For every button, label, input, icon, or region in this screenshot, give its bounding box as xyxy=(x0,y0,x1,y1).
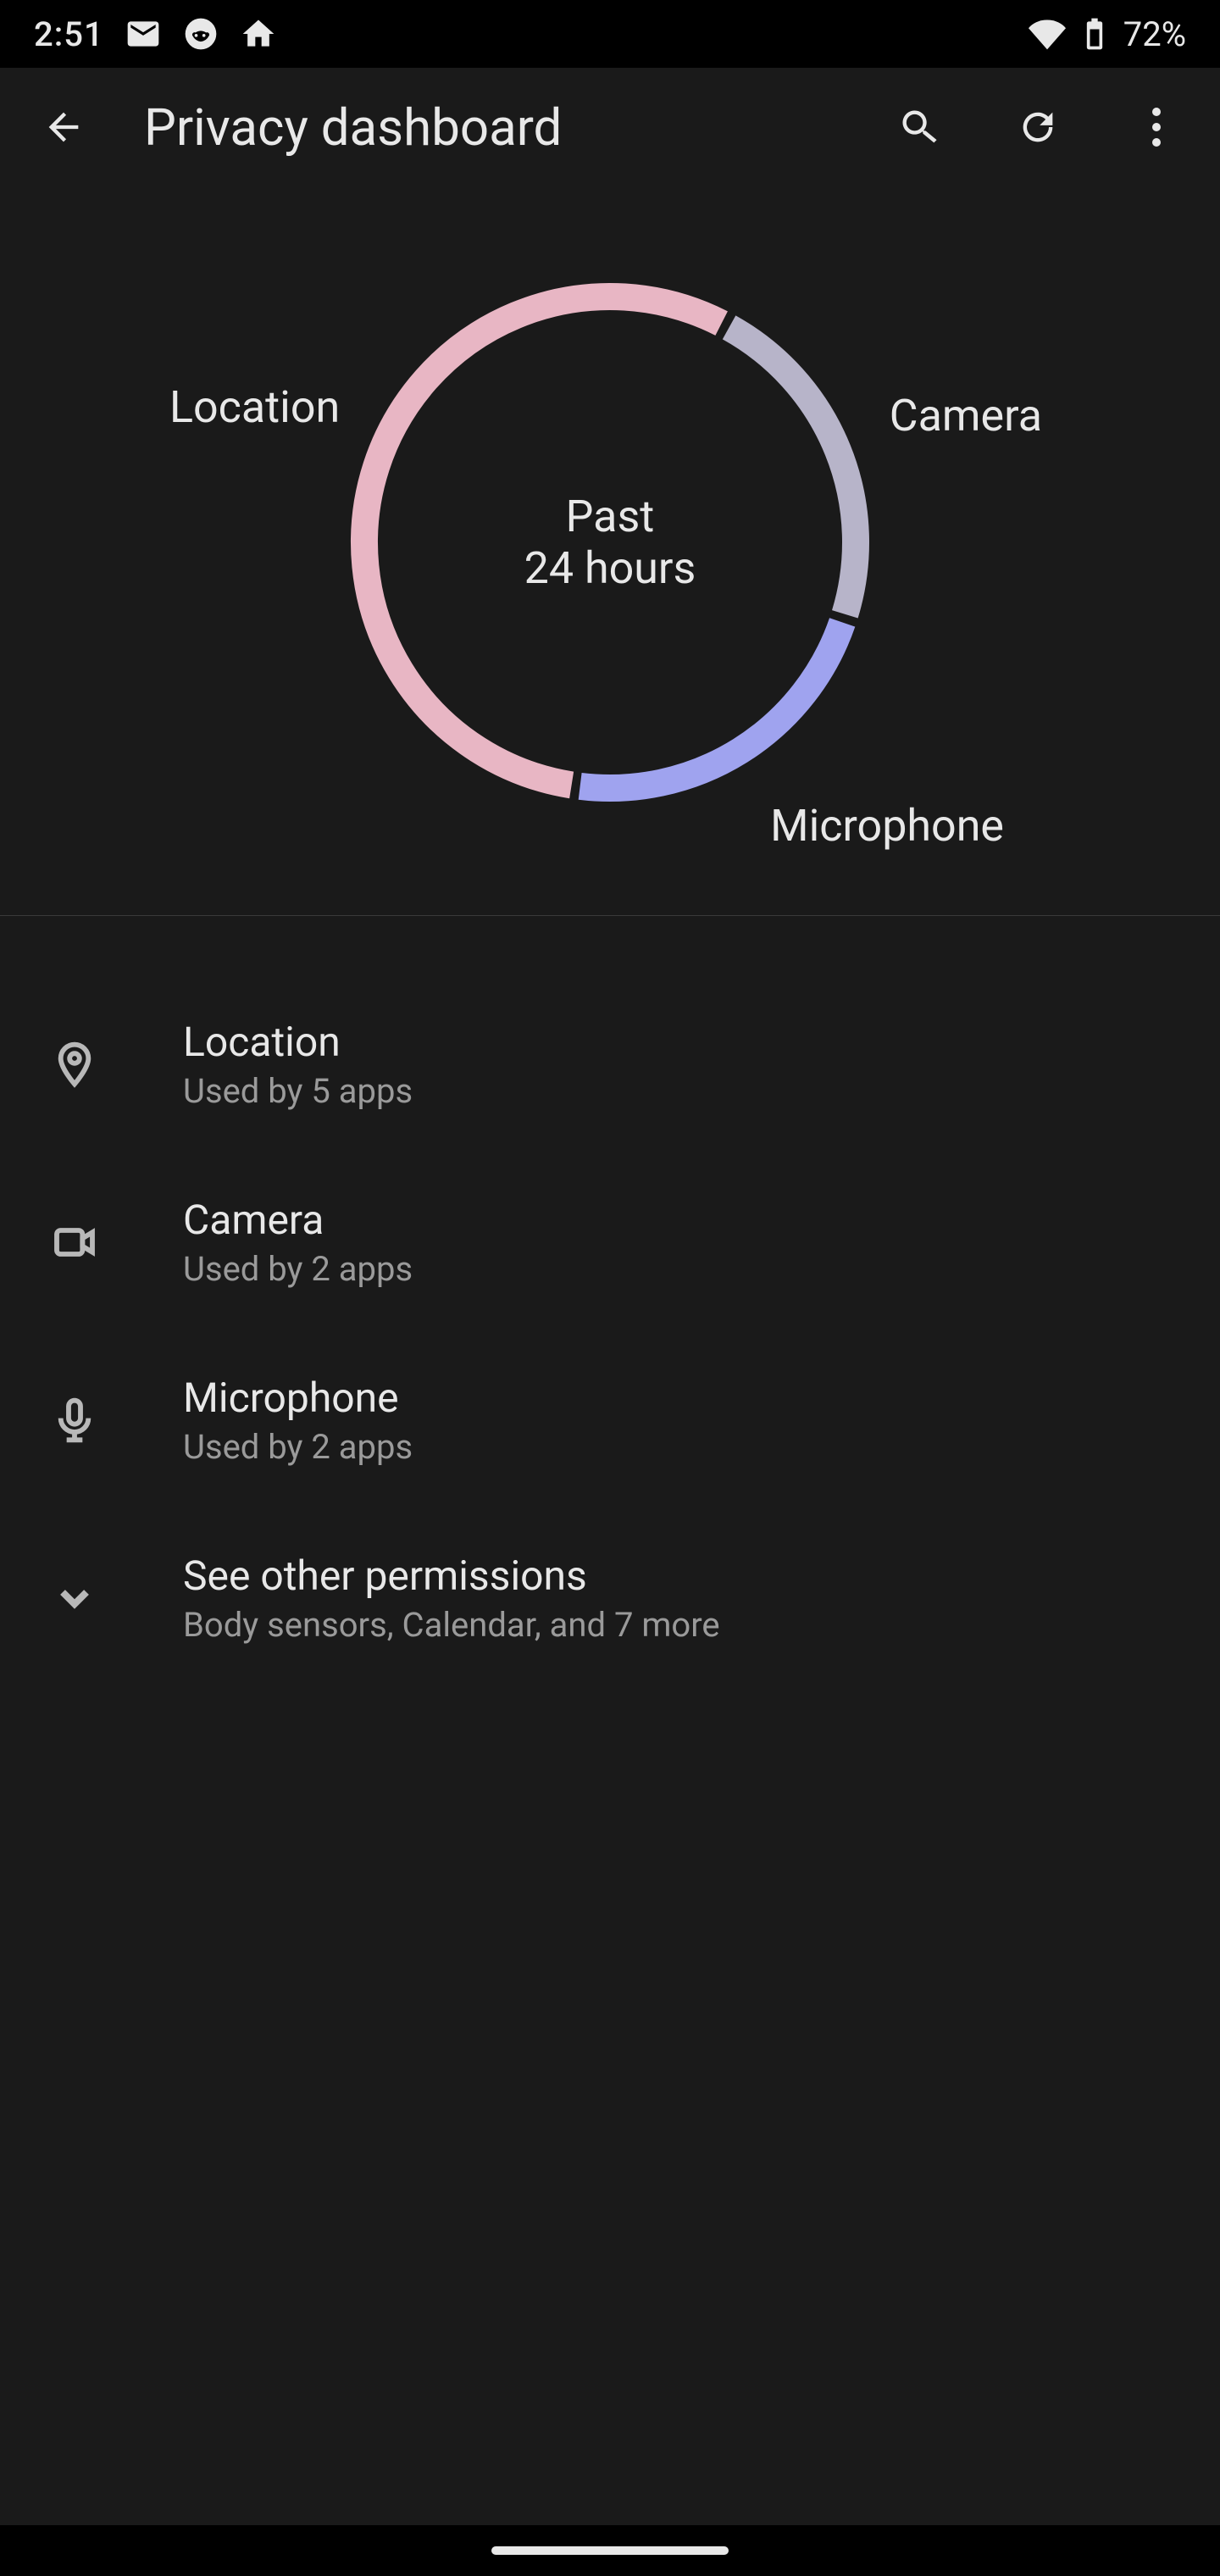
chart-label-microphone: Microphone xyxy=(770,800,1004,852)
battery-icon xyxy=(1076,15,1113,53)
search-icon xyxy=(897,105,941,149)
permission-title: Microphone xyxy=(183,1374,413,1422)
see-other-permissions[interactable]: See other permissions Body sensors, Cale… xyxy=(0,1509,1220,1687)
back-arrow-icon xyxy=(42,105,86,149)
see-other-title: See other permissions xyxy=(183,1552,720,1600)
refresh-button[interactable] xyxy=(1000,89,1076,165)
usage-chart-section: Past 24 hours Location Camera Microphone xyxy=(0,186,1220,916)
permission-subtitle: Used by 2 apps xyxy=(183,1427,413,1467)
wifi-icon xyxy=(1029,15,1066,53)
camera-icon xyxy=(51,1219,98,1266)
permission-item-microphone[interactable]: Microphone Used by 2 apps xyxy=(0,1331,1220,1509)
chevron-down-icon xyxy=(51,1574,98,1622)
microphone-icon xyxy=(51,1396,98,1444)
see-other-subtitle: Body sensors, Calendar, and 7 more xyxy=(183,1605,720,1645)
refresh-icon xyxy=(1016,105,1060,149)
more-button[interactable] xyxy=(1118,89,1195,165)
status-bar: 2:51 72% xyxy=(0,0,1220,68)
page-title: Privacy dashboard xyxy=(144,97,562,158)
app-bar: Privacy dashboard xyxy=(0,68,1220,186)
permission-subtitle: Used by 2 apps xyxy=(183,1249,413,1289)
reddit-icon xyxy=(182,15,219,53)
chart-segment-microphone xyxy=(580,622,843,788)
chart-label-camera: Camera xyxy=(890,390,1042,441)
chart-label-location: Location xyxy=(169,381,340,433)
home-icon xyxy=(240,15,277,53)
chart-center-line1: Past xyxy=(524,491,696,542)
usage-donut-chart: Past 24 hours Location Camera Microphone xyxy=(339,271,881,813)
permission-title: Camera xyxy=(183,1196,413,1244)
permissions-list: Location Used by 5 apps Camera Used by 2… xyxy=(0,916,1220,1687)
gesture-nav-pill xyxy=(491,2546,729,2555)
permission-item-location[interactable]: Location Used by 5 apps xyxy=(0,975,1220,1153)
permission-item-camera[interactable]: Camera Used by 2 apps xyxy=(0,1153,1220,1331)
more-vert-icon xyxy=(1151,103,1162,151)
search-button[interactable] xyxy=(881,89,957,165)
mail-icon xyxy=(125,15,162,53)
chart-segment-camera xyxy=(729,327,856,613)
chart-center-line2: 24 hours xyxy=(524,542,696,594)
status-time: 2:51 xyxy=(34,14,104,54)
permission-title: Location xyxy=(183,1018,413,1066)
gesture-nav-bar[interactable] xyxy=(0,2525,1220,2576)
permission-subtitle: Used by 5 apps xyxy=(183,1071,413,1111)
back-button[interactable] xyxy=(25,89,102,165)
location-icon xyxy=(51,1041,98,1088)
battery-percentage: 72% xyxy=(1123,14,1186,54)
